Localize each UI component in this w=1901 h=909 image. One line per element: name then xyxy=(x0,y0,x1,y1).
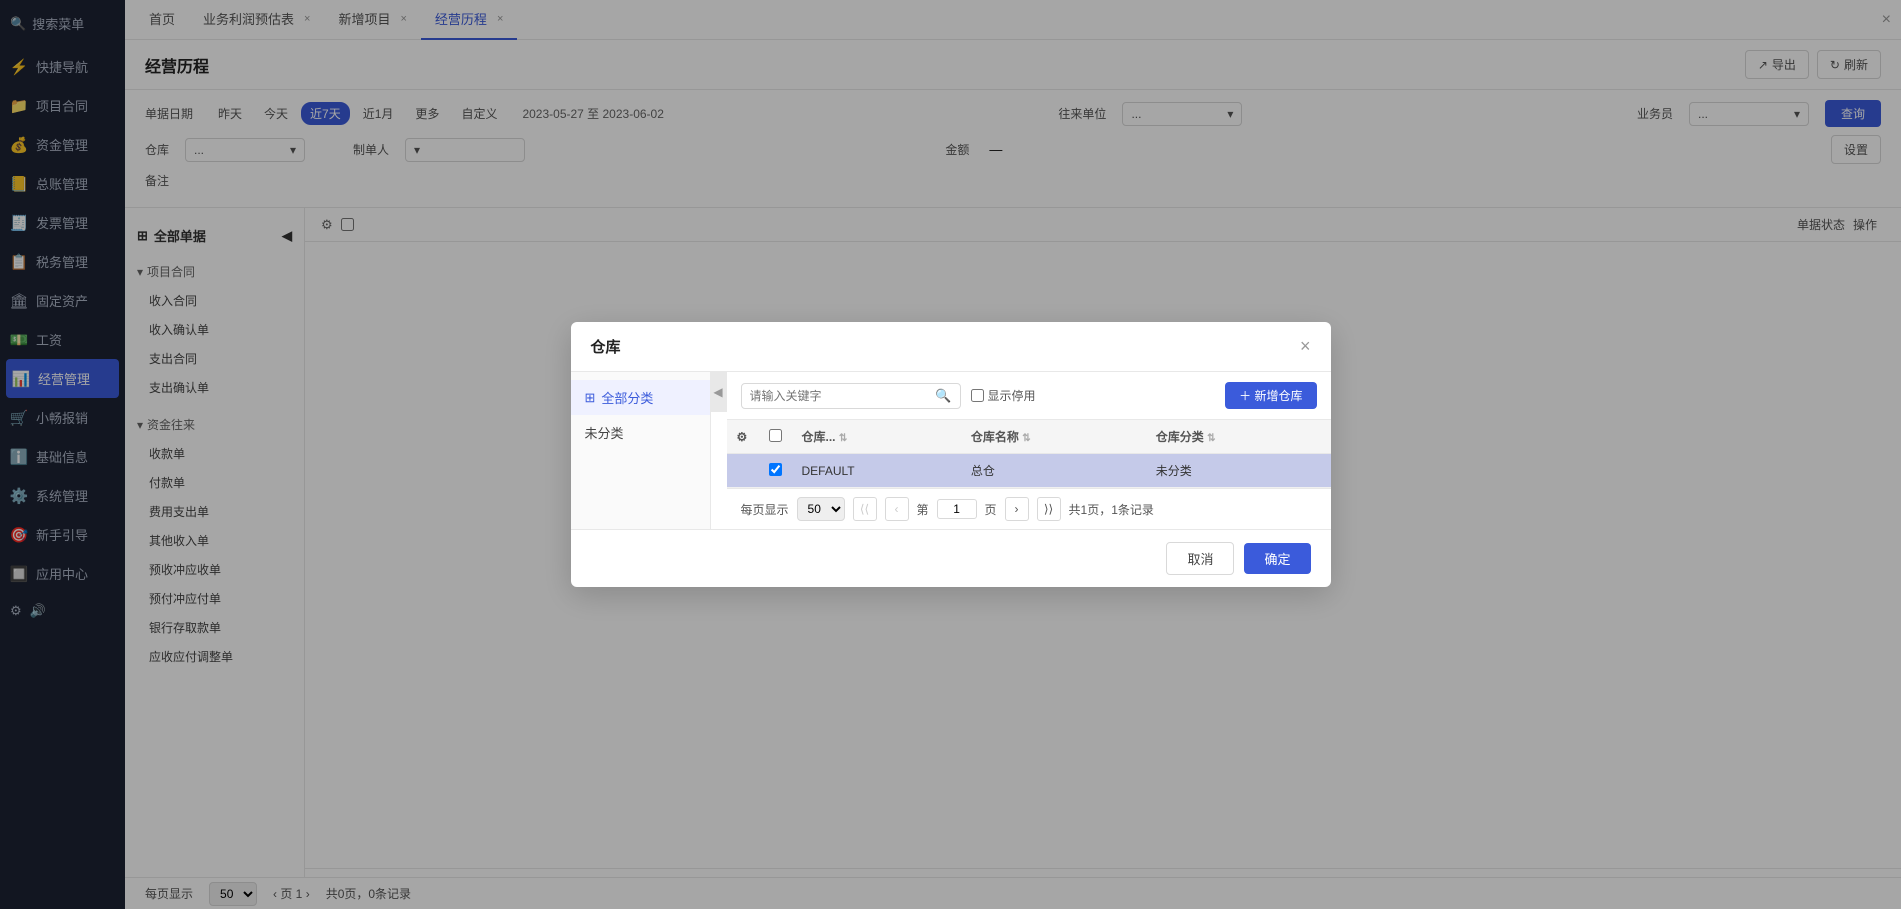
show-disabled-label[interactable]: 显示停用 xyxy=(971,387,1036,404)
modal-search-box[interactable]: 🔍 xyxy=(741,383,961,409)
row-settings[interactable] xyxy=(727,454,759,488)
sort-icon-name[interactable]: ⇅ xyxy=(1022,433,1030,444)
row-checkbox[interactable] xyxy=(759,454,792,488)
th-code[interactable]: 仓库... ⇅ xyxy=(792,420,961,454)
modal-category-panel: ⊞ 全部分类 未分类 xyxy=(571,372,711,529)
modal-search-input[interactable] xyxy=(750,389,930,403)
modal-overlay[interactable]: 仓库 × ⊞ 全部分类 未分类 ◀ xyxy=(0,0,1901,909)
modal-toolbar: 🔍 显示停用 ＋ 新增仓库 xyxy=(727,372,1331,420)
add-warehouse-button[interactable]: ＋ 新增仓库 xyxy=(1225,382,1316,409)
modal-body: ⊞ 全部分类 未分类 ◀ 🔍 xyxy=(571,372,1331,529)
modal-header: 仓库 × xyxy=(571,322,1331,372)
pagination-prev-btn[interactable]: ‹ xyxy=(885,497,909,521)
sort-icon-category[interactable]: ⇅ xyxy=(1207,433,1215,444)
modal-close-button[interactable]: × xyxy=(1300,336,1311,357)
settings-icon-th: ⚙ xyxy=(737,430,748,444)
pagination-last-btn[interactable]: ⟩⟩ xyxy=(1037,497,1061,521)
show-disabled-checkbox[interactable] xyxy=(971,389,984,402)
modal-right-panel: 🔍 显示停用 ＋ 新增仓库 ⚙ xyxy=(727,372,1331,529)
th-category[interactable]: 仓库分类 ⇅ xyxy=(1146,420,1331,454)
search-icon-modal: 🔍 xyxy=(935,388,951,404)
sort-icon-code[interactable]: ⇅ xyxy=(839,433,847,444)
row-code: DEFAULT xyxy=(792,454,961,488)
pagination-page-input[interactable] xyxy=(937,499,977,519)
modal-page-size-select[interactable]: 50 xyxy=(797,497,845,521)
table-row[interactable]: DEFAULT 总仓 未分类 xyxy=(727,454,1331,488)
th-checkbox[interactable] xyxy=(759,420,792,454)
row-name: 总仓 xyxy=(961,454,1146,488)
cancel-button[interactable]: 取消 xyxy=(1166,542,1234,575)
modal-title: 仓库 xyxy=(591,336,621,357)
modal-table: ⚙ 仓库... ⇅ 仓库名称 xyxy=(727,420,1331,488)
th-settings[interactable]: ⚙ xyxy=(727,420,759,454)
modal-actions: 取消 确定 xyxy=(571,529,1331,587)
pagination-next-btn[interactable]: › xyxy=(1005,497,1029,521)
th-name[interactable]: 仓库名称 ⇅ xyxy=(961,420,1146,454)
chevron-left-icon: ◀ xyxy=(713,385,722,399)
pagination-first-btn[interactable]: ⟨⟨ xyxy=(853,497,877,521)
row-select-checkbox[interactable] xyxy=(769,463,782,476)
modal-select-all-checkbox[interactable] xyxy=(769,429,782,442)
modal-pagination: 每页显示 50 ⟨⟨ ‹ 第 页 › ⟩⟩ 共1页，1条记录 xyxy=(727,488,1331,529)
confirm-button[interactable]: 确定 xyxy=(1244,543,1310,574)
collapse-panel-button[interactable]: ◀ xyxy=(711,372,727,412)
category-unclassified[interactable]: 未分类 xyxy=(571,415,710,450)
category-all[interactable]: ⊞ 全部分类 xyxy=(571,380,710,415)
warehouse-modal: 仓库 × ⊞ 全部分类 未分类 ◀ xyxy=(571,322,1331,587)
pagination-total: 共1页，1条记录 xyxy=(1069,501,1154,518)
row-category: 未分类 xyxy=(1146,454,1331,488)
grid-icon-modal: ⊞ xyxy=(585,390,596,406)
modal-table-header: ⚙ 仓库... ⇅ 仓库名称 xyxy=(727,420,1331,454)
